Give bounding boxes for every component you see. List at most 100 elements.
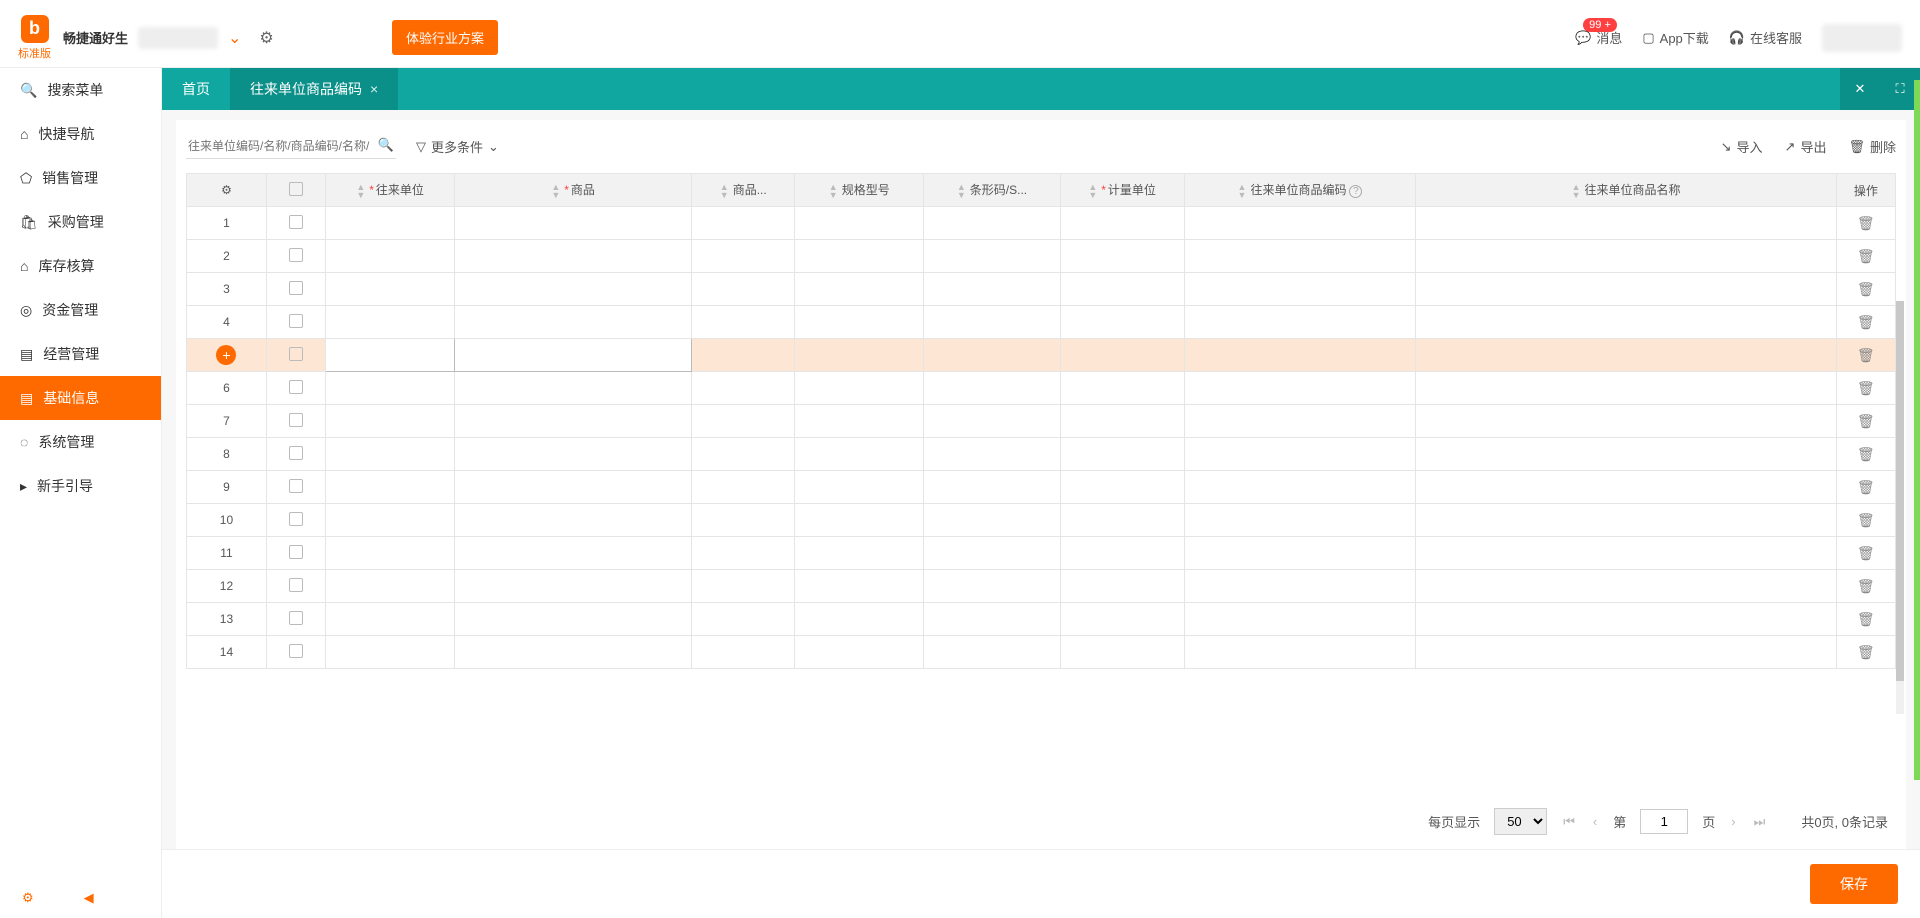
cell-partner-unit[interactable] — [326, 207, 455, 240]
cell-partner-code[interactable] — [1184, 240, 1416, 273]
row-checkbox[interactable] — [266, 207, 325, 240]
col-spec[interactable]: ▲▼规格型号 — [795, 174, 924, 207]
cell-spec[interactable] — [795, 570, 924, 603]
cell-partner-code[interactable] — [1184, 306, 1416, 339]
cell-measure[interactable] — [1060, 207, 1184, 240]
cell-partner-name[interactable] — [1416, 339, 1836, 372]
sidebar-item-9[interactable]: ▸新手引导 — [0, 464, 161, 508]
sidebar-item-4[interactable]: ⌂库存核算 — [0, 244, 161, 288]
cell-partner-unit[interactable] — [326, 504, 455, 537]
cell-partner-name[interactable] — [1416, 273, 1836, 306]
row-checkbox[interactable] — [266, 372, 325, 405]
col-partner-product-name[interactable]: ▲▼往来单位商品名称 — [1416, 174, 1836, 207]
cell-measure[interactable] — [1060, 636, 1184, 669]
row-delete[interactable]: 🗑 — [1836, 471, 1895, 504]
cell-barcode[interactable] — [924, 273, 1061, 306]
table-row[interactable]: 13🗑 — [187, 603, 1896, 636]
row-checkbox[interactable] — [266, 504, 325, 537]
import-button[interactable]: ↘导入 — [1721, 137, 1763, 156]
table-row[interactable]: 14🗑 — [187, 636, 1896, 669]
cell-measure[interactable] — [1060, 471, 1184, 504]
export-button[interactable]: ↗导出 — [1785, 137, 1827, 156]
cell-partner-unit[interactable] — [326, 339, 455, 372]
trash-icon[interactable]: 🗑 — [1857, 380, 1875, 396]
cell-spec[interactable] — [795, 207, 924, 240]
cell-partner-code[interactable] — [1184, 273, 1416, 306]
cell-barcode[interactable] — [924, 339, 1061, 372]
cell-product[interactable] — [455, 240, 692, 273]
cell-product[interactable] — [455, 438, 692, 471]
col-product-name[interactable]: ▲▼商品... — [692, 174, 795, 207]
app-download-link[interactable]: ▢ App下载 — [1642, 28, 1708, 47]
trash-icon[interactable]: 🗑 — [1857, 479, 1875, 495]
cell-product[interactable] — [455, 372, 692, 405]
row-delete[interactable]: 🗑 — [1836, 273, 1895, 306]
cell-partner-code[interactable] — [1184, 438, 1416, 471]
cell-product-name[interactable] — [692, 273, 795, 306]
delete-button[interactable]: 🗑删除 — [1848, 137, 1896, 156]
cell-barcode[interactable] — [924, 306, 1061, 339]
sidebar-item-3[interactable]: 🛍采购管理 — [0, 200, 161, 244]
cell-partner-unit[interactable] — [326, 471, 455, 504]
row-checkbox[interactable] — [266, 471, 325, 504]
sidebar-item-1[interactable]: ⌂快捷导航 — [0, 112, 161, 156]
row-delete[interactable]: 🗑 — [1836, 603, 1895, 636]
scrollbar-thumb[interactable] — [1896, 301, 1904, 681]
cell-measure[interactable] — [1060, 603, 1184, 636]
experience-button[interactable]: 体验行业方案 — [392, 20, 498, 55]
org-switcher[interactable]: ⌄ ⚙ — [138, 27, 378, 49]
cell-product-name[interactable] — [692, 240, 795, 273]
cell-measure[interactable] — [1060, 372, 1184, 405]
tab-home[interactable]: 首页 — [162, 68, 230, 110]
cell-partner-code[interactable] — [1184, 570, 1416, 603]
window-scrollbar[interactable] — [1914, 80, 1920, 780]
cell-partner-code[interactable] — [1184, 471, 1416, 504]
cell-product[interactable] — [455, 471, 692, 504]
cell-measure[interactable] — [1060, 438, 1184, 471]
gear-icon[interactable]: ⚙ — [259, 28, 273, 48]
online-service-link[interactable]: 🎧 在线客服 — [1729, 28, 1802, 47]
table-row[interactable]: 7🗑 — [187, 405, 1896, 438]
table-row[interactable]: +🗑 — [187, 339, 1896, 372]
cell-partner-code[interactable] — [1184, 339, 1416, 372]
cell-barcode[interactable] — [924, 471, 1061, 504]
col-barcode[interactable]: ▲▼条形码/S... — [924, 174, 1061, 207]
table-row[interactable]: 2🗑 — [187, 240, 1896, 273]
cell-product-name[interactable] — [692, 405, 795, 438]
cell-partner-unit[interactable] — [326, 372, 455, 405]
cell-partner-unit[interactable] — [326, 603, 455, 636]
cell-product-name[interactable] — [692, 207, 795, 240]
cell-partner-code[interactable] — [1184, 504, 1416, 537]
cell-barcode[interactable] — [924, 537, 1061, 570]
cell-partner-name[interactable] — [1416, 603, 1836, 636]
col-checkbox-all[interactable] — [266, 174, 325, 207]
cell-spec[interactable] — [795, 603, 924, 636]
row-delete[interactable]: 🗑 — [1836, 570, 1895, 603]
cell-spec[interactable] — [795, 537, 924, 570]
row-delete[interactable]: 🗑 — [1836, 240, 1895, 273]
info-icon[interactable]: ? — [1349, 185, 1362, 198]
sidebar-item-8[interactable]: ◌系统管理 — [0, 420, 161, 464]
trash-icon[interactable]: 🗑 — [1857, 512, 1875, 528]
cell-measure[interactable] — [1060, 240, 1184, 273]
scrollbar-track[interactable] — [1896, 301, 1904, 714]
cell-partner-name[interactable] — [1416, 240, 1836, 273]
cell-product[interactable] — [455, 306, 692, 339]
cell-spec[interactable] — [795, 504, 924, 537]
cell-barcode[interactable] — [924, 405, 1061, 438]
close-icon[interactable]: × — [370, 81, 378, 97]
cell-partner-code[interactable] — [1184, 603, 1416, 636]
row-delete[interactable]: 🗑 — [1836, 306, 1895, 339]
cell-product-name[interactable] — [692, 504, 795, 537]
cell-partner-code[interactable] — [1184, 636, 1416, 669]
sidebar-item-2[interactable]: ⬠销售管理 — [0, 156, 161, 200]
cell-partner-unit[interactable] — [326, 306, 455, 339]
cell-product[interactable] — [455, 636, 692, 669]
col-partner-product-code[interactable]: ▲▼往来单位商品编码? — [1184, 174, 1416, 207]
cell-measure[interactable] — [1060, 306, 1184, 339]
row-checkbox[interactable] — [266, 570, 325, 603]
next-page-icon[interactable]: › — [1729, 814, 1737, 829]
more-filters[interactable]: ▽ 更多条件 ⌄ — [416, 137, 499, 156]
row-delete[interactable]: 🗑 — [1836, 405, 1895, 438]
col-partner-unit[interactable]: ▲▼*往来单位 — [326, 174, 455, 207]
